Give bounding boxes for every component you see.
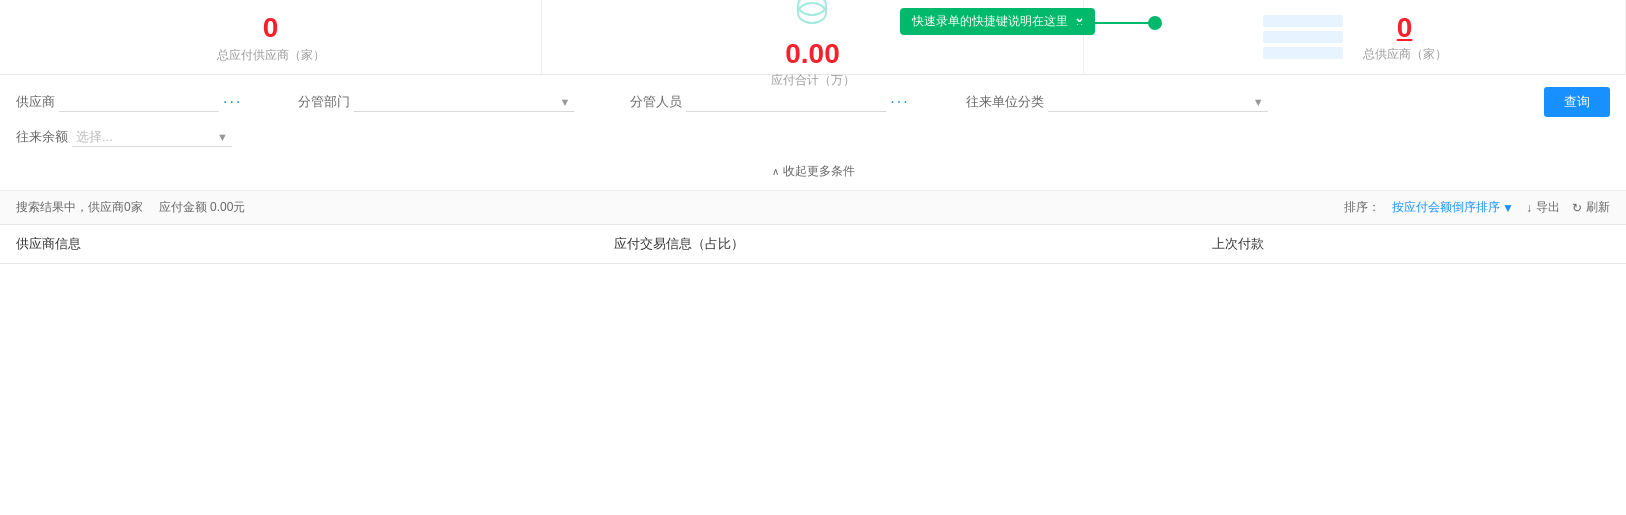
department-select-wrapper: ▼ bbox=[354, 92, 574, 112]
filter-unit-category: 往来单位分类 ▼ bbox=[966, 92, 1268, 112]
supplier-count-text: 搜索结果中，供应商0家 bbox=[16, 199, 143, 216]
stats-bar: 0 总应付供应商（家） 0.00 应付合计（万） 0 总供应 bbox=[0, 0, 1626, 75]
stat-total-suppliers: 0 总供应商（家） bbox=[1084, 0, 1626, 74]
supplier-input[interactable] bbox=[59, 92, 219, 112]
unit-category-input[interactable] bbox=[1048, 92, 1268, 112]
filter-bar: 供应商 ··· 分管部门 ▼ 分管人员 ··· 往来单位分类 bbox=[0, 75, 1626, 191]
table-col2-header: 应付交易信息（占比） bbox=[614, 235, 1212, 253]
payable-total-label: 应付合计（万） bbox=[771, 72, 855, 89]
tooltip-line bbox=[1070, 22, 1150, 24]
person-dots[interactable]: ··· bbox=[890, 93, 909, 111]
tooltip-dot bbox=[1148, 16, 1162, 30]
table-body bbox=[0, 264, 1626, 515]
refresh-label: 刷新 bbox=[1586, 199, 1610, 216]
table-header: 供应商信息 应付交易信息（占比） 上次付款 bbox=[0, 225, 1626, 264]
results-actions: 排序： 按应付会额倒序排序 ▼ ↓ 导出 ↻ 刷新 bbox=[1344, 199, 1610, 216]
payable-supplier-count: 0 bbox=[263, 11, 279, 45]
refresh-icon: ↻ bbox=[1572, 201, 1582, 215]
sort-label: 排序： bbox=[1344, 199, 1380, 216]
table-col1-header: 供应商信息 bbox=[16, 235, 614, 253]
stat-total-payable-suppliers: 0 总应付供应商（家） bbox=[0, 0, 542, 74]
sort-caret-icon: ▼ bbox=[1502, 201, 1514, 215]
person-label: 分管人员 bbox=[630, 93, 682, 111]
sort-option-text: 按应付会额倒序排序 bbox=[1392, 199, 1500, 216]
tooltip-text: 快速录单的快捷键说明在这里 bbox=[912, 13, 1068, 30]
table-col3-header: 上次付款 bbox=[1212, 235, 1611, 253]
payable-supplier-label: 总应付供应商（家） bbox=[217, 47, 325, 64]
collapse-button[interactable]: ∧ 收起更多条件 bbox=[16, 157, 1610, 190]
total-supplier-label: 总供应商（家） bbox=[1363, 46, 1447, 63]
export-icon: ↓ bbox=[1526, 201, 1532, 215]
results-info: 搜索结果中，供应商0家 应付金额 0.00元 bbox=[16, 199, 245, 216]
export-button[interactable]: ↓ 导出 bbox=[1526, 199, 1560, 216]
collapse-label: 收起更多条件 bbox=[783, 163, 855, 180]
filter-balance: 往来余额 ▼ bbox=[16, 127, 232, 147]
balance-select[interactable] bbox=[72, 127, 232, 147]
filter-row-1: 供应商 ··· 分管部门 ▼ 分管人员 ··· 往来单位分类 bbox=[16, 87, 1610, 117]
query-button[interactable]: 查询 bbox=[1544, 87, 1610, 117]
total-supplier-count[interactable]: 0 bbox=[1397, 11, 1413, 45]
unit-category-label: 往来单位分类 bbox=[966, 93, 1044, 111]
results-bar: 搜索结果中，供应商0家 应付金额 0.00元 排序： 按应付会额倒序排序 ▼ ↓… bbox=[0, 191, 1626, 225]
refresh-button[interactable]: ↻ 刷新 bbox=[1572, 199, 1610, 216]
chevron-up-icon: ∧ bbox=[772, 166, 779, 177]
unit-category-select-wrapper: ▼ bbox=[1048, 92, 1268, 112]
payable-total-number: 0.00 bbox=[785, 37, 840, 71]
person-input[interactable] bbox=[686, 92, 886, 112]
payable-amount-text: 应付金额 0.00元 bbox=[159, 199, 246, 216]
filter-row-2: 往来余额 ▼ bbox=[16, 127, 1610, 147]
sort-select[interactable]: 按应付会额倒序排序 ▼ bbox=[1392, 199, 1514, 216]
export-label: 导出 bbox=[1536, 199, 1560, 216]
supplier-dots[interactable]: ··· bbox=[223, 93, 242, 111]
filter-department: 分管部门 ▼ bbox=[298, 92, 574, 112]
shortcut-tooltip: 快速录单的快捷键说明在这里 × bbox=[900, 8, 1095, 35]
filter-supplier: 供应商 ··· bbox=[16, 92, 242, 112]
filter-person: 分管人员 ··· bbox=[630, 92, 909, 112]
coin-icon bbox=[790, 0, 835, 33]
supplier-label: 供应商 bbox=[16, 93, 55, 111]
department-label: 分管部门 bbox=[298, 93, 350, 111]
balance-select-wrapper: ▼ bbox=[72, 127, 232, 147]
right-icon-placeholder bbox=[1263, 15, 1343, 59]
balance-label: 往来余额 bbox=[16, 128, 68, 146]
department-input[interactable] bbox=[354, 92, 574, 112]
